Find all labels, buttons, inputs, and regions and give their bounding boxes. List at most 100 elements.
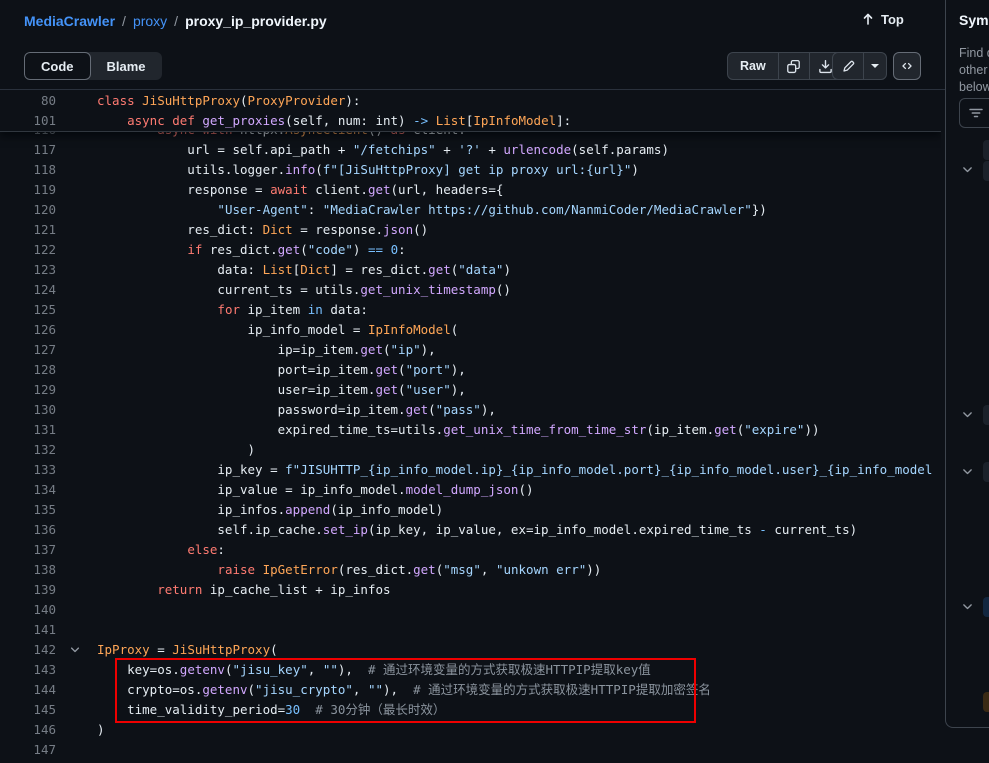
code-line-text: res_dict: Dict = response.json()	[97, 220, 428, 240]
line-number[interactable]: 145	[0, 700, 56, 720]
chevron-down-icon[interactable]	[961, 163, 974, 181]
code-line-120: 120 "User-Agent": "MediaCrawler https://…	[0, 200, 941, 220]
line-number[interactable]: 139	[0, 580, 56, 600]
line-number[interactable]: 136	[0, 520, 56, 540]
line-number[interactable]: 101	[0, 111, 56, 131]
expander-gutter	[56, 480, 97, 500]
line-number[interactable]: 120	[0, 200, 56, 220]
breadcrumb-separator: /	[174, 13, 178, 29]
expander-gutter	[56, 180, 97, 200]
code-line-text: ip_value = ip_info_model.model_dump_json…	[97, 480, 534, 500]
copy-button[interactable]	[779, 53, 810, 79]
code-line-136: 136 self.ip_cache.set_ip(ip_key, ip_valu…	[0, 520, 941, 540]
line-number[interactable]: 135	[0, 500, 56, 520]
expander-gutter	[56, 740, 97, 760]
expander-gutter	[56, 320, 97, 340]
sticky-scope-header: 80class JiSuHttpProxy(ProxyProvider):101…	[0, 90, 941, 132]
symbol-item[interactable]	[983, 405, 989, 425]
breadcrumb-file-name: proxy_ip_provider.py	[185, 13, 327, 29]
symbol-item[interactable]	[983, 692, 989, 712]
code-line-text: ip=ip_item.get("ip"),	[97, 340, 436, 360]
code-line-80: 80class JiSuHttpProxy(ProxyProvider):	[0, 91, 941, 111]
collapse-chevron-icon[interactable]	[56, 640, 97, 660]
symbols-panel-description: Find definitions and references for func…	[959, 45, 989, 96]
code-line-145: 145 time_validity_period=30 # 30分钟（最长时效）	[0, 700, 941, 720]
code-line-text: time_validity_period=30 # 30分钟（最长时效）	[97, 700, 445, 720]
code-line-101: 101 async def get_proxies(self, num: int…	[0, 111, 941, 131]
line-number[interactable]: 118	[0, 160, 56, 180]
line-number[interactable]: 124	[0, 280, 56, 300]
code-line-122: 122 if res_dict.get("code") == 0:	[0, 240, 941, 260]
line-number[interactable]: 130	[0, 400, 56, 420]
line-number[interactable]: 137	[0, 540, 56, 560]
symbols-toggle-button[interactable]	[893, 52, 921, 80]
line-number[interactable]: 146	[0, 720, 56, 740]
tab-code[interactable]: Code	[24, 52, 91, 80]
line-number[interactable]: 132	[0, 440, 56, 460]
line-number[interactable]: 144	[0, 680, 56, 700]
pencil-icon	[841, 59, 856, 74]
code-line-139: 139 return ip_cache_list + ip_infos	[0, 580, 941, 600]
breadcrumb-folder-link[interactable]: proxy	[133, 13, 167, 29]
expander-gutter	[56, 111, 97, 131]
line-number[interactable]: 80	[0, 91, 56, 111]
back-to-top-link[interactable]: Top	[860, 11, 904, 27]
line-number[interactable]: 123	[0, 260, 56, 280]
code-symbols-icon	[900, 59, 914, 73]
symbols-filter-button[interactable]	[959, 98, 989, 128]
line-number[interactable]: 129	[0, 380, 56, 400]
code-line-138: 138 raise IpGetError(res_dict.get("msg",…	[0, 560, 941, 580]
code-line-text: key=os.getenv("jisu_key", ""), # 通过环境变量的…	[97, 660, 651, 680]
symbol-item[interactable]	[983, 597, 989, 617]
edit-button[interactable]	[833, 53, 864, 79]
symbol-item[interactable]	[983, 161, 989, 181]
code-line-132: 132 )	[0, 440, 941, 460]
line-number[interactable]: 143	[0, 660, 56, 680]
raw-actions-group: Raw	[727, 52, 842, 80]
line-number[interactable]: 133	[0, 460, 56, 480]
line-number[interactable]: 147	[0, 740, 56, 760]
line-number[interactable]: 125	[0, 300, 56, 320]
expander-gutter	[56, 560, 97, 580]
download-icon	[818, 59, 833, 74]
breadcrumb-repo-link[interactable]: MediaCrawler	[24, 13, 115, 29]
expander-gutter	[56, 540, 97, 560]
tab-blame[interactable]: Blame	[91, 52, 162, 80]
chevron-down-icon[interactable]	[961, 408, 974, 426]
expander-gutter	[56, 300, 97, 320]
symbol-item[interactable]	[983, 140, 989, 160]
code-line-147: 147	[0, 740, 941, 760]
line-number[interactable]: 134	[0, 480, 56, 500]
symbols-description-line: Find definitions and references for func…	[959, 45, 989, 62]
line-number[interactable]: 138	[0, 560, 56, 580]
edit-dropdown-button[interactable]	[864, 53, 886, 79]
line-number[interactable]: 128	[0, 360, 56, 380]
code-line-text: utils.logger.info(f"[JiSuHttpProxy] get …	[97, 160, 639, 180]
expander-gutter	[56, 440, 97, 460]
chevron-down-icon[interactable]	[961, 465, 974, 483]
code-line-text: current_ts = utils.get_unix_timestamp()	[97, 280, 511, 300]
symbol-item[interactable]	[983, 462, 989, 482]
code-line-128: 128 port=ip_item.get("port"),	[0, 360, 941, 380]
expander-gutter	[56, 600, 97, 620]
line-number[interactable]: 122	[0, 240, 56, 260]
line-number[interactable]: 140	[0, 600, 56, 620]
code-line-text: ip_info_model = IpInfoModel(	[97, 320, 458, 340]
code-line-118: 118 utils.logger.info(f"[JiSuHttpProxy] …	[0, 160, 941, 180]
line-number[interactable]: 127	[0, 340, 56, 360]
line-number[interactable]: 142	[0, 640, 56, 660]
line-number[interactable]: 117	[0, 140, 56, 160]
chevron-down-icon[interactable]	[961, 600, 974, 618]
code-line-119: 119 response = await client.get(url, hea…	[0, 180, 941, 200]
line-number[interactable]: 126	[0, 320, 56, 340]
code-line-text: port=ip_item.get("port"),	[97, 360, 466, 380]
line-number[interactable]: 121	[0, 220, 56, 240]
raw-button[interactable]: Raw	[728, 53, 779, 79]
code-line-text: for ip_item in data:	[97, 300, 368, 320]
line-number[interactable]: 141	[0, 620, 56, 640]
code-lines: 116 async with httpx.AsyncClient() as cl…	[0, 120, 941, 760]
line-number[interactable]: 131	[0, 420, 56, 440]
code-line-text: raise IpGetError(res_dict.get("msg", "un…	[97, 560, 601, 580]
expander-gutter	[56, 220, 97, 240]
line-number[interactable]: 119	[0, 180, 56, 200]
